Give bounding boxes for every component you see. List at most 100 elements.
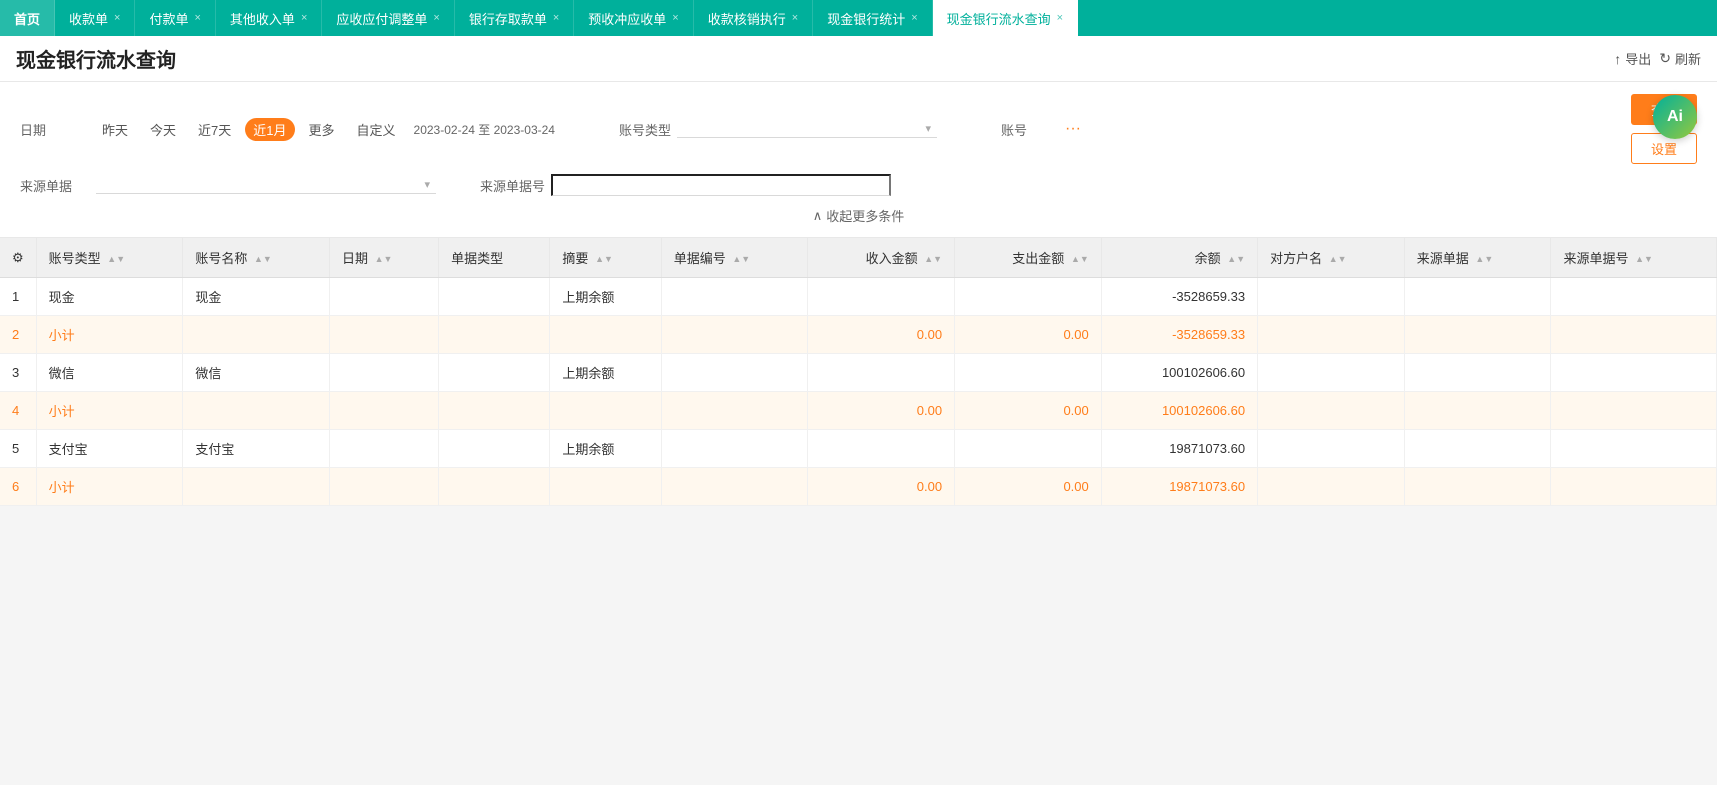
table-cell: 0.00 bbox=[955, 316, 1102, 354]
table-cell: 1 bbox=[0, 278, 36, 316]
dots-button[interactable]: ··· bbox=[1065, 120, 1081, 138]
filter-area: 日期 昨天 今天 近7天 近1月 更多 自定义 2023-02-24 至 202… bbox=[0, 82, 1717, 238]
nav-tab-advance-offset[interactable]: 预收冲应收单 × bbox=[574, 0, 693, 36]
table-header-row: ⚙ 账号类型 ▲▼ 账号名称 ▲▼ 日期 ▲▼ 单据类型 摘 bbox=[0, 238, 1717, 278]
source-doc-select[interactable]: ▾ bbox=[96, 176, 436, 194]
table-row[interactable]: 3微信微信上期余额100102606.60 bbox=[0, 354, 1717, 392]
nav-tab-cash-flow-query-label: 现金银行流水查询 bbox=[947, 9, 1051, 28]
source-doc-no-input[interactable] bbox=[551, 174, 891, 196]
settings-button[interactable]: 设置 bbox=[1631, 133, 1697, 164]
main-table: ⚙ 账号类型 ▲▼ 账号名称 ▲▼ 日期 ▲▼ 单据类型 摘 bbox=[0, 238, 1717, 506]
table-row[interactable]: 5支付宝支付宝上期余额19871073.60 bbox=[0, 430, 1717, 468]
close-icon[interactable]: × bbox=[792, 12, 798, 24]
table-cell bbox=[550, 468, 661, 506]
nav-tab-ar-adjust[interactable]: 应收应付调整单 × bbox=[322, 0, 454, 36]
table-cell: 100102606.60 bbox=[1101, 392, 1257, 430]
table-cell bbox=[955, 430, 1102, 468]
table-row[interactable]: 1现金现金上期余额-3528659.33 bbox=[0, 278, 1717, 316]
table-col-source-doc[interactable]: 来源单据 ▲▼ bbox=[1404, 238, 1551, 278]
table-cell: 上期余额 bbox=[550, 430, 661, 468]
refresh-button[interactable]: ↻ 刷新 bbox=[1659, 49, 1701, 68]
table-row[interactable]: 2小计0.000.00-3528659.33 bbox=[0, 316, 1717, 354]
nav-tab-payments-label: 付款单 bbox=[149, 9, 188, 28]
table-cell bbox=[330, 392, 439, 430]
table-cell bbox=[661, 430, 808, 468]
export-icon: ↑ bbox=[1614, 51, 1621, 67]
table-cell: 支付宝 bbox=[36, 430, 183, 468]
close-icon[interactable]: × bbox=[433, 12, 439, 24]
table-col-income[interactable]: 收入金额 ▲▼ bbox=[808, 238, 955, 278]
sort-icons: ▲▼ bbox=[1071, 255, 1089, 264]
table-cell: 小计 bbox=[36, 316, 183, 354]
sort-icons: ▲▼ bbox=[1635, 255, 1653, 264]
table-cell: 0.00 bbox=[808, 316, 955, 354]
nav-tab-receipts[interactable]: 收款单 × bbox=[55, 0, 135, 36]
page-title: 现金银行流水查询 bbox=[16, 44, 176, 73]
sort-icons: ▲▼ bbox=[375, 255, 393, 264]
table-col-balance[interactable]: 余额 ▲▼ bbox=[1101, 238, 1257, 278]
nav-tab-other-income[interactable]: 其他收入单 × bbox=[216, 0, 322, 36]
nav-home[interactable]: 首页 bbox=[0, 0, 55, 36]
close-icon[interactable]: × bbox=[672, 12, 678, 24]
table-cell bbox=[183, 392, 330, 430]
chevron-up-icon: ∧ bbox=[813, 208, 823, 224]
close-icon[interactable]: × bbox=[1057, 12, 1063, 24]
table-col-account-type[interactable]: 账号类型 ▲▼ bbox=[36, 238, 183, 278]
sort-icons: ▲▼ bbox=[595, 255, 613, 264]
table-cell bbox=[1258, 392, 1405, 430]
table-col-account-name[interactable]: 账号名称 ▲▼ bbox=[183, 238, 330, 278]
close-icon[interactable]: × bbox=[553, 12, 559, 24]
table-cell bbox=[661, 354, 808, 392]
table-cell bbox=[439, 354, 550, 392]
sort-icons: ▲▼ bbox=[254, 255, 272, 264]
ai-assistant-button[interactable]: Ai bbox=[1653, 95, 1697, 139]
table-cell bbox=[1551, 278, 1717, 316]
table-cell bbox=[1404, 278, 1551, 316]
sort-icons: ▲▼ bbox=[924, 255, 942, 264]
nav-tab-receipt-verify[interactable]: 收款核销执行 × bbox=[694, 0, 813, 36]
account-type-select[interactable]: ▾ bbox=[677, 120, 937, 138]
table-cell bbox=[1404, 316, 1551, 354]
collapse-bar[interactable]: ∧ 收起更多条件 bbox=[20, 206, 1697, 225]
close-icon[interactable]: × bbox=[301, 12, 307, 24]
table-cell bbox=[330, 430, 439, 468]
table-cell: -3528659.33 bbox=[1101, 316, 1257, 354]
table-cell bbox=[439, 316, 550, 354]
table-row[interactable]: 6小计0.000.0019871073.60 bbox=[0, 468, 1717, 506]
table-col-doc-type[interactable]: 单据类型 bbox=[439, 238, 550, 278]
table-col-source-doc-no[interactable]: 来源单据号 ▲▼ bbox=[1551, 238, 1717, 278]
close-icon[interactable]: × bbox=[194, 12, 200, 24]
table-col-settings[interactable]: ⚙ bbox=[0, 238, 36, 278]
table-col-doc-no[interactable]: 单据编号 ▲▼ bbox=[661, 238, 808, 278]
sort-icons: ▲▼ bbox=[1475, 255, 1493, 264]
table-cell bbox=[1551, 354, 1717, 392]
nav-tab-bank-deposit[interactable]: 银行存取款单 × bbox=[455, 0, 574, 36]
ai-label: Ai bbox=[1667, 108, 1683, 126]
table-col-summary[interactable]: 摘要 ▲▼ bbox=[550, 238, 661, 278]
date-option-yesterday[interactable]: 昨天 bbox=[94, 118, 136, 141]
nav-tab-cash-flow-query[interactable]: 现金银行流水查询 × bbox=[933, 0, 1078, 36]
table-col-date[interactable]: 日期 ▲▼ bbox=[330, 238, 439, 278]
sort-icons: ▲▼ bbox=[1227, 255, 1245, 264]
date-option-more[interactable]: 更多 bbox=[301, 118, 343, 141]
table-cell bbox=[330, 316, 439, 354]
account-type-label: 账号类型 bbox=[619, 120, 671, 139]
date-option-today[interactable]: 今天 bbox=[142, 118, 184, 141]
nav-tab-cash-stats[interactable]: 现金银行统计 × bbox=[813, 0, 932, 36]
table-cell: 支付宝 bbox=[183, 430, 330, 468]
date-option-7days[interactable]: 近7天 bbox=[190, 118, 239, 141]
date-option-1month[interactable]: 近1月 bbox=[245, 118, 294, 141]
table-row[interactable]: 4小计0.000.00100102606.60 bbox=[0, 392, 1717, 430]
export-button[interactable]: ↑ 导出 bbox=[1614, 49, 1651, 68]
close-icon[interactable]: × bbox=[114, 12, 120, 24]
table-body: 1现金现金上期余额-3528659.332小计0.000.00-3528659.… bbox=[0, 278, 1717, 506]
nav-tab-payments[interactable]: 付款单 × bbox=[135, 0, 215, 36]
date-option-custom[interactable]: 自定义 bbox=[349, 118, 404, 141]
table-cell bbox=[1258, 468, 1405, 506]
table-col-expense[interactable]: 支出金额 ▲▼ bbox=[955, 238, 1102, 278]
table-cell: 微信 bbox=[183, 354, 330, 392]
close-icon[interactable]: × bbox=[911, 12, 917, 24]
sort-icons: ▲▼ bbox=[1329, 255, 1347, 264]
table-col-counterpart[interactable]: 对方户名 ▲▼ bbox=[1258, 238, 1405, 278]
date-options: 昨天 今天 近7天 近1月 更多 自定义 2023-02-24 至 2023-0… bbox=[94, 118, 555, 141]
